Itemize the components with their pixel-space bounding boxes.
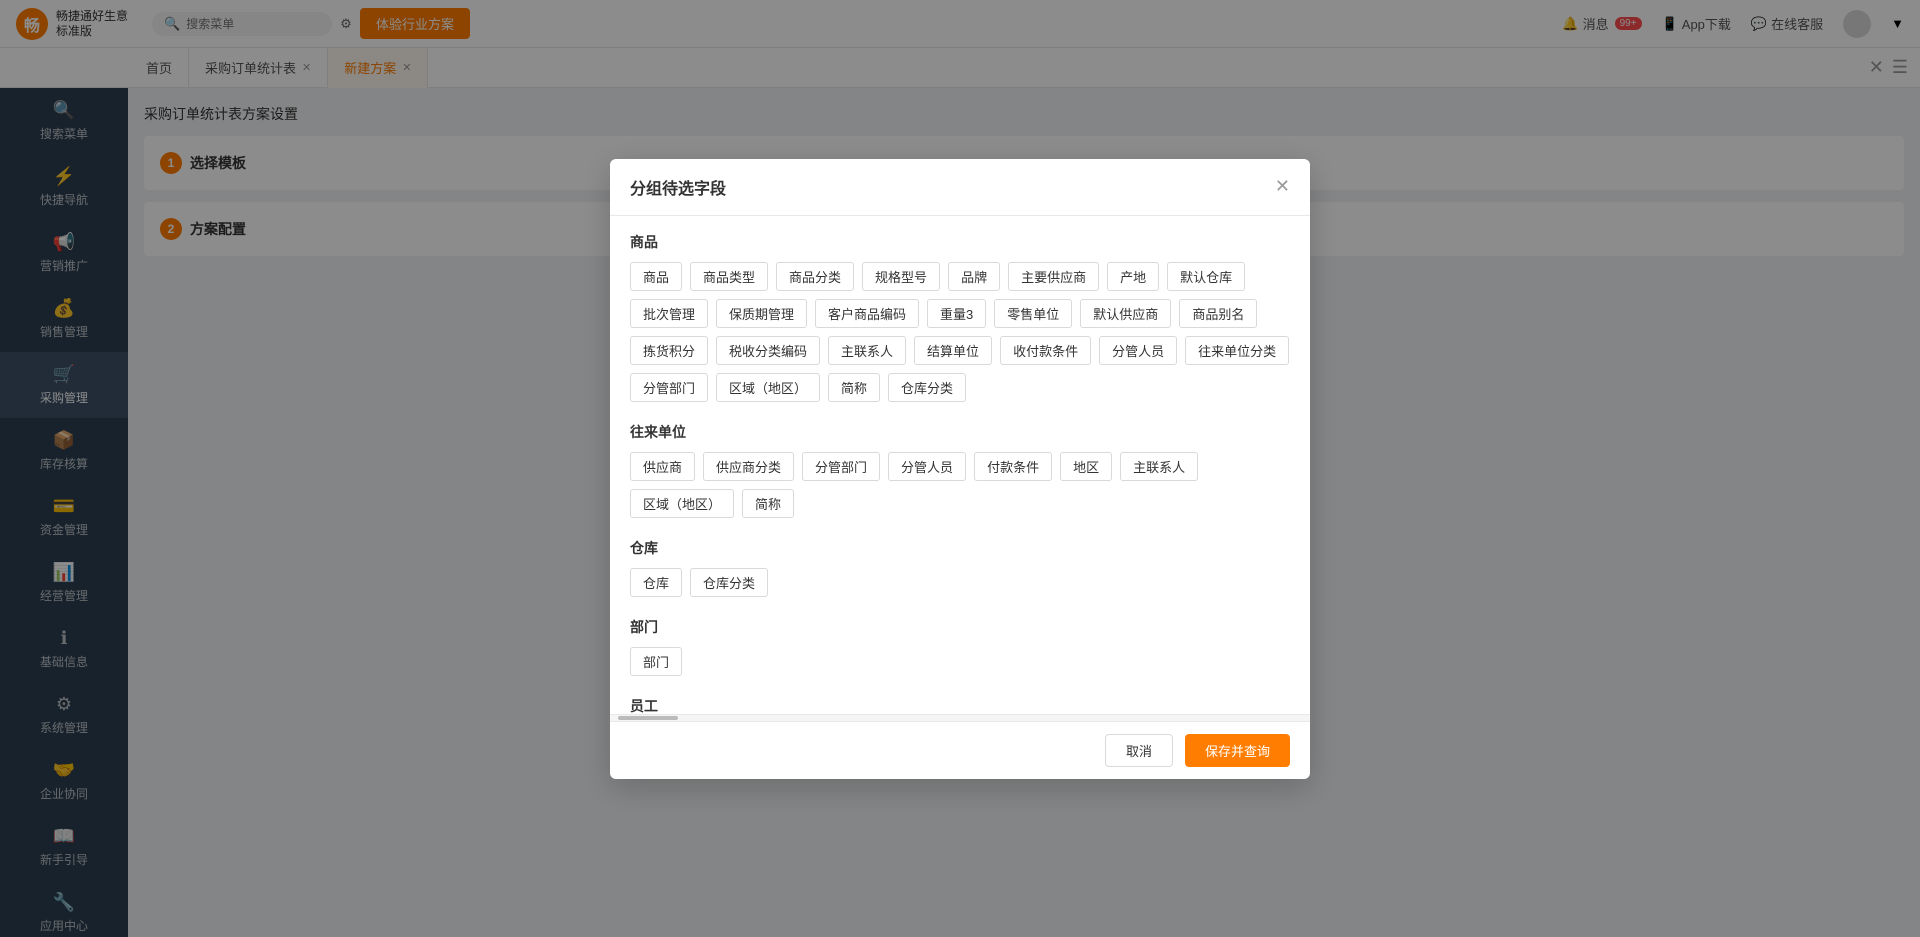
- field-tag-默认仓库[interactable]: 默认仓库: [1167, 262, 1245, 291]
- field-tag-主要供应商[interactable]: 主要供应商: [1008, 262, 1099, 291]
- field-tag-拣货积分[interactable]: 拣货积分: [630, 336, 708, 365]
- section-title-partner: 往来单位: [630, 422, 1290, 442]
- field-tag-区域（地区）[interactable]: 区域（地区）: [630, 489, 734, 518]
- field-tag-批次管理[interactable]: 批次管理: [630, 299, 708, 328]
- modal: 分组待选字段 ✕ 商品商品商品类型商品分类规格型号品牌主要供应商产地默认仓库批次…: [610, 159, 1310, 779]
- field-tag-主联系人[interactable]: 主联系人: [1120, 452, 1198, 481]
- section-title-department: 部门: [630, 617, 1290, 637]
- field-tag-地区[interactable]: 地区: [1060, 452, 1112, 481]
- modal-header: 分组待选字段 ✕: [610, 159, 1310, 216]
- field-tag-零售单位[interactable]: 零售单位: [994, 299, 1072, 328]
- field-tag-主联系人[interactable]: 主联系人: [828, 336, 906, 365]
- modal-close-button[interactable]: ✕: [1275, 176, 1290, 197]
- section-department: 部门部门: [630, 617, 1290, 676]
- field-tag-简称[interactable]: 简称: [828, 373, 880, 402]
- field-tag-保质期管理[interactable]: 保质期管理: [716, 299, 807, 328]
- section-tags-warehouse: 仓库仓库分类: [630, 568, 1290, 597]
- field-tag-分管部门[interactable]: 分管部门: [630, 373, 708, 402]
- cancel-button[interactable]: 取消: [1105, 734, 1173, 767]
- section-product: 商品商品商品类型商品分类规格型号品牌主要供应商产地默认仓库批次管理保质期管理客户…: [630, 232, 1290, 402]
- field-tag-收付款条件[interactable]: 收付款条件: [1000, 336, 1091, 365]
- section-title-employee: 员工: [630, 696, 1290, 715]
- field-tag-产地[interactable]: 产地: [1107, 262, 1159, 291]
- field-tag-商品[interactable]: 商品: [630, 262, 682, 291]
- field-tag-客户商品编码[interactable]: 客户商品编码: [815, 299, 919, 328]
- field-tag-品牌[interactable]: 品牌: [948, 262, 1000, 291]
- field-tag-结算单位[interactable]: 结算单位: [914, 336, 992, 365]
- field-tag-税收分类编码[interactable]: 税收分类编码: [716, 336, 820, 365]
- field-tag-商品类型[interactable]: 商品类型: [690, 262, 768, 291]
- field-tag-分管人员[interactable]: 分管人员: [888, 452, 966, 481]
- modal-title: 分组待选字段: [630, 175, 726, 199]
- field-tag-商品别名[interactable]: 商品别名: [1179, 299, 1257, 328]
- field-tag-分管人员[interactable]: 分管人员: [1099, 336, 1177, 365]
- field-tag-区域（地区）[interactable]: 区域（地区）: [716, 373, 820, 402]
- field-tag-部门[interactable]: 部门: [630, 647, 682, 676]
- confirm-button[interactable]: 保存并查询: [1185, 734, 1290, 767]
- field-tag-默认供应商[interactable]: 默认供应商: [1080, 299, 1171, 328]
- field-tag-仓库分类[interactable]: 仓库分类: [690, 568, 768, 597]
- field-tag-规格型号[interactable]: 规格型号: [862, 262, 940, 291]
- section-tags-partner: 供应商供应商分类分管部门分管人员付款条件地区主联系人区域（地区） 简称: [630, 452, 1290, 518]
- field-tag-重量3[interactable]: 重量3: [927, 299, 986, 328]
- field-tag-分管部门[interactable]: 分管部门: [802, 452, 880, 481]
- section-tags-product: 商品商品类型商品分类规格型号品牌主要供应商产地默认仓库批次管理保质期管理客户商品…: [630, 262, 1290, 402]
- modal-body: 商品商品商品类型商品分类规格型号品牌主要供应商产地默认仓库批次管理保质期管理客户…: [610, 216, 1310, 715]
- section-tags-department: 部门: [630, 647, 1290, 676]
- field-tag-往来单位分类[interactable]: 往来单位分类: [1185, 336, 1289, 365]
- field-tag-简称[interactable]: 简称: [742, 489, 794, 518]
- modal-footer: 取消 保存并查询: [610, 721, 1310, 779]
- section-partner: 往来单位供应商供应商分类分管部门分管人员付款条件地区主联系人区域（地区） 简称: [630, 422, 1290, 518]
- field-tag-仓库[interactable]: 仓库: [630, 568, 682, 597]
- field-tag-付款条件[interactable]: 付款条件: [974, 452, 1052, 481]
- section-title-warehouse: 仓库: [630, 538, 1290, 558]
- section-warehouse: 仓库仓库仓库分类: [630, 538, 1290, 597]
- section-title-product: 商品: [630, 232, 1290, 252]
- modal-overlay: 分组待选字段 ✕ 商品商品商品类型商品分类规格型号品牌主要供应商产地默认仓库批次…: [0, 0, 1920, 937]
- section-employee: 员工业务员: [630, 696, 1290, 715]
- field-tag-仓库分类[interactable]: 仓库分类: [888, 373, 966, 402]
- field-tag-商品分类[interactable]: 商品分类: [776, 262, 854, 291]
- field-tag-供应商分类[interactable]: 供应商分类: [703, 452, 794, 481]
- field-tag-供应商[interactable]: 供应商: [630, 452, 695, 481]
